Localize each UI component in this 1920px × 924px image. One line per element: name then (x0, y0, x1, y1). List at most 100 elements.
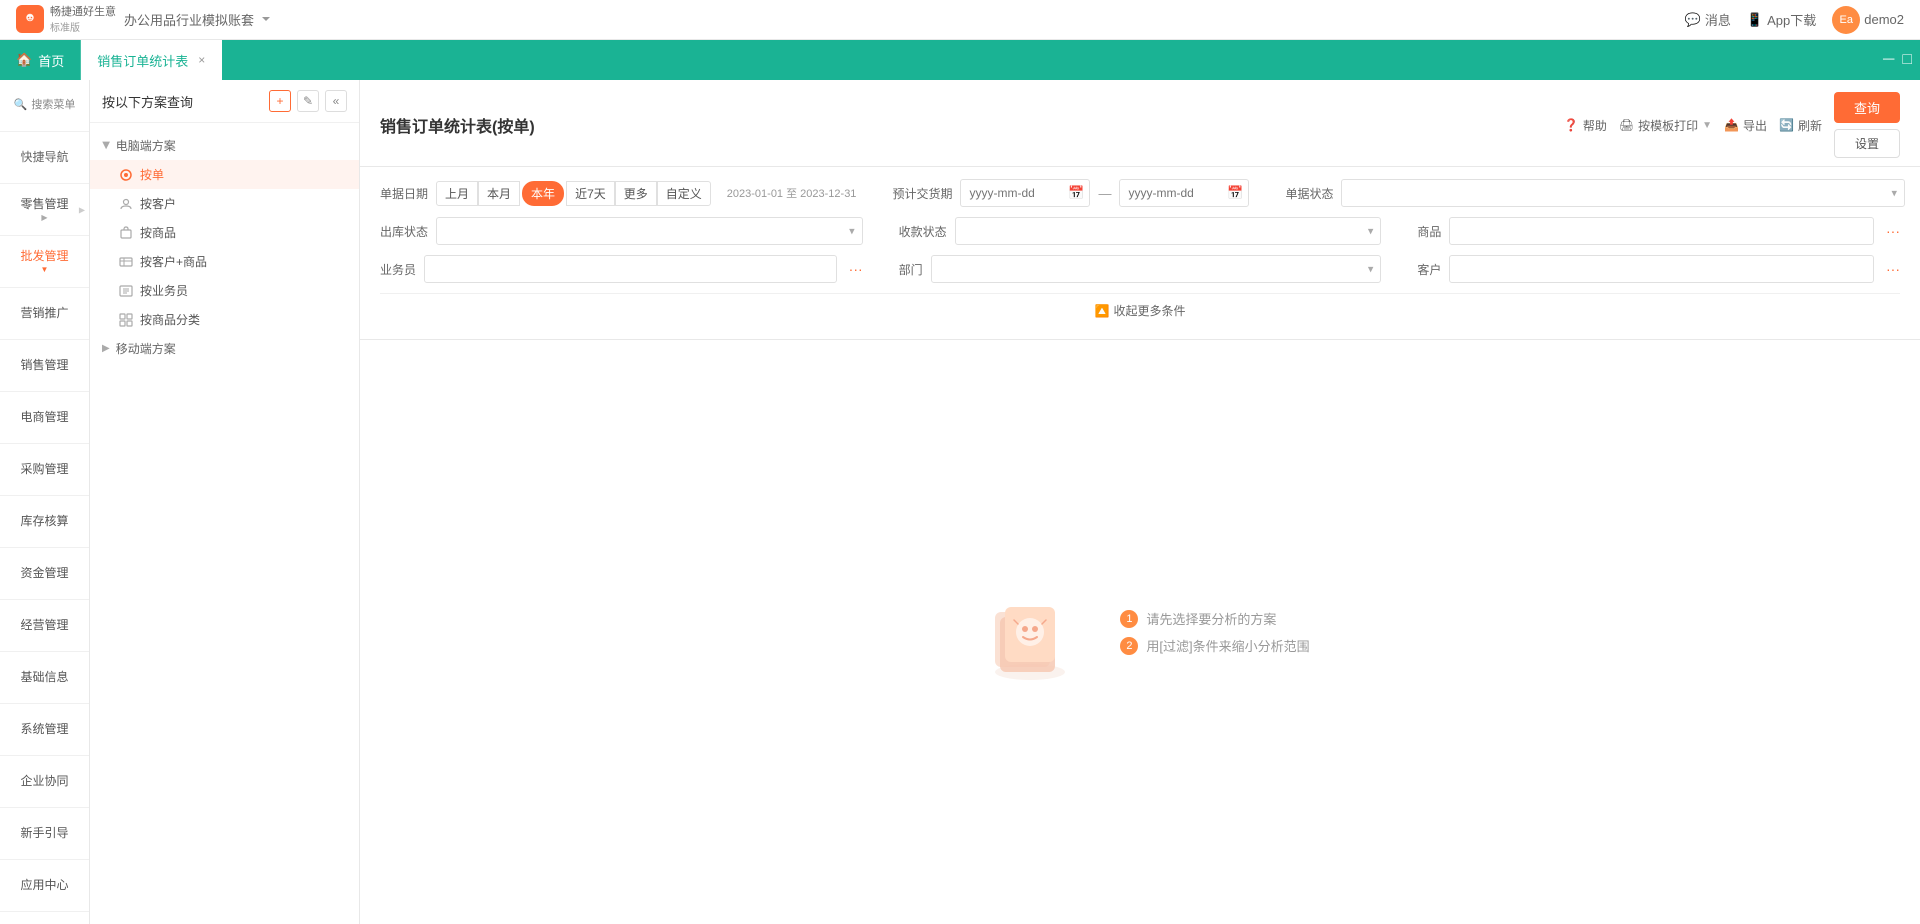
date-buttons: 上月 本月 本年 近7天 更多 自定义 (436, 181, 711, 206)
refresh-link[interactable]: 🔄 刷新 (1779, 117, 1822, 134)
tree-item-by-order[interactable]: 按单 (90, 160, 359, 189)
tree-category-desktop[interactable]: ▶ 电脑端方案 (90, 131, 359, 160)
sidebar-item-marketing[interactable]: 营销推广 (0, 288, 89, 340)
tree-item-by-goods[interactable]: 按商品 (90, 218, 359, 247)
sidebar: 🔍 搜索菜单 快捷导航 零售管理 ▶ 批发管理 ▼ 营销推广 销售管理 电商管理… (0, 80, 90, 924)
tab-home[interactable]: 🏠 首页 (0, 40, 81, 80)
salesman-label: 业务员 (380, 261, 416, 278)
content-area: 销售订单统计表(按单) ❓ 帮助 🖨 按模板打印 ▼ 📤 导出 🔄 刷新 (360, 80, 1920, 924)
sidebar-item-ecommerce[interactable]: 电商管理 (0, 392, 89, 444)
department-select[interactable] (931, 255, 1382, 283)
expected-date-label: 预计交货期 (892, 185, 952, 202)
home-icon: 🏠 (16, 52, 32, 68)
template-print-link[interactable]: 🖨 按模板打印 ▼ (1619, 117, 1712, 134)
user-action[interactable]: Ea demo2 (1832, 6, 1904, 34)
goods-more-icon[interactable]: ··· (1886, 223, 1900, 239)
tree-item-by-customer-goods[interactable]: 按客户+商品 (90, 247, 359, 276)
refresh-label: 刷新 (1798, 117, 1822, 134)
more-btn[interactable]: 更多 (615, 181, 657, 206)
sidebar-item-sales[interactable]: 销售管理 (0, 340, 89, 392)
breadcrumb-dropdown-icon[interactable] (258, 11, 274, 27)
sidebar-item-system[interactable]: 系统管理 (0, 704, 89, 756)
wholesale-label: 批发管理 (20, 248, 68, 265)
sidebar-item-purchase[interactable]: 采购管理 (0, 444, 89, 496)
by-goods-icon (118, 225, 134, 241)
customer-input[interactable] (1449, 255, 1874, 283)
status-select[interactable] (1341, 179, 1905, 207)
tree-item-by-goods-category[interactable]: 按商品分类 (90, 305, 359, 334)
empty-tips: 1 请先选择要分析的方案 2 用[过滤]条件来缩小分析范围 (1120, 609, 1309, 655)
username-label: demo2 (1864, 12, 1904, 27)
breadcrumb-text: 办公用品行业模拟账套 (124, 10, 254, 29)
main-layout: 🔍 搜索菜单 快捷导航 零售管理 ▶ 批发管理 ▼ 营销推广 销售管理 电商管理… (0, 80, 1920, 924)
sidebar-item-finance[interactable]: 资金管理 (0, 548, 89, 600)
collapse-panel-btn[interactable]: « (325, 90, 347, 112)
by-customer-icon (118, 196, 134, 212)
current-year-btn[interactable]: 本年 (522, 181, 564, 206)
sidebar-item-shortcut[interactable]: 快捷导航 (0, 132, 89, 184)
sidebar-item-inventory[interactable]: 库存核算 (0, 496, 89, 548)
shortcut-label: 快捷导航 (20, 149, 68, 166)
goods-input[interactable] (1449, 217, 1874, 245)
home-tab-label: 首页 (38, 51, 64, 70)
sales-label: 销售管理 (20, 357, 68, 374)
sidebar-item-appcenter[interactable]: 应用中心 (0, 860, 89, 912)
collapse-btn[interactable]: 🔼 收起更多条件 (380, 293, 1900, 327)
empty-content: 1 请先选择要分析的方案 2 用[过滤]条件来缩小分析范围 (970, 572, 1309, 692)
by-goods-label: 按商品 (140, 224, 176, 241)
sidebar-item-wechat[interactable]: 企业微信 (0, 912, 89, 924)
page-header: 销售订单统计表(按单) ❓ 帮助 🖨 按模板打印 ▼ 📤 导出 🔄 刷新 (360, 80, 1920, 167)
cal-end-icon: 📅 (1227, 185, 1243, 201)
sidebar-search-item[interactable]: 🔍 搜索菜单 (0, 80, 89, 132)
sidebar-item-operations[interactable]: 经营管理 (0, 600, 89, 652)
filter-goods: 商品 ··· (1417, 217, 1900, 245)
add-scheme-btn[interactable]: + (269, 90, 291, 112)
sidebar-item-wholesale[interactable]: 批发管理 ▼ (0, 236, 89, 288)
customer-more-icon[interactable]: ··· (1886, 261, 1900, 277)
logo-area: 畅捷通好生意 标准版 (16, 5, 116, 34)
7days-btn[interactable]: 近7天 (566, 181, 615, 206)
help-link[interactable]: ❓ 帮助 (1564, 117, 1607, 134)
custom-btn[interactable]: 自定义 (657, 181, 711, 206)
sidebar-item-basic[interactable]: 基础信息 (0, 652, 89, 704)
filter-receive-status: 收款状态 (899, 217, 1382, 245)
query-button[interactable]: 查询 (1834, 92, 1900, 123)
tab-active[interactable]: 销售订单统计表 × (81, 40, 222, 80)
maximize-btn[interactable]: □ (1902, 51, 1912, 69)
template-print-label: 按模板打印 (1638, 117, 1698, 134)
tree-category-desktop-label: 电脑端方案 (116, 137, 176, 154)
receive-status-select[interactable] (955, 217, 1382, 245)
sidebar-item-enterprise[interactable]: 企业协同 (0, 756, 89, 808)
expected-date-inputs: 📅 — 📅 (960, 179, 1249, 207)
breadcrumb: 办公用品行业模拟账套 (124, 10, 274, 29)
export-link[interactable]: 📤 导出 (1724, 117, 1767, 134)
minimize-btn[interactable]: ─ (1883, 51, 1894, 69)
salesman-more-icon[interactable]: ··· (849, 261, 863, 277)
finance-label: 资金管理 (20, 565, 68, 582)
operations-label: 经营管理 (20, 617, 68, 634)
tree-item-by-customer[interactable]: 按客户 (90, 189, 359, 218)
tip-2-text: 用[过滤]条件来缩小分析范围 (1146, 636, 1309, 655)
tree-arrow-icon: ▶ (100, 142, 111, 150)
prev-month-btn[interactable]: 上月 (436, 181, 478, 206)
date-range-text: 2023-01-01 至 2023-12-31 (727, 185, 857, 201)
by-customer-goods-label: 按客户+商品 (140, 253, 207, 270)
message-action[interactable]: 💬 消息 (1685, 10, 1731, 29)
out-status-label: 出库状态 (380, 223, 428, 240)
tree-category-mobile[interactable]: ▶ 移动端方案 (90, 334, 359, 363)
status-label: 单据状态 (1285, 185, 1333, 202)
app-download-action[interactable]: 📱 App下载 (1747, 10, 1816, 29)
department-label: 部门 (899, 261, 923, 278)
message-icon: 💬 (1685, 12, 1701, 28)
current-month-btn[interactable]: 本月 (478, 181, 520, 206)
empty-illustration (970, 572, 1090, 692)
sidebar-item-retail[interactable]: 零售管理 ▶ (0, 184, 89, 236)
filter-customer: 客户 ··· (1417, 255, 1900, 283)
sidebar-item-guide[interactable]: 新手引导 (0, 808, 89, 860)
tab-close-icon[interactable]: × (198, 53, 205, 67)
settings-button[interactable]: 设置 (1834, 129, 1900, 158)
tree-item-by-salesman[interactable]: 按业务员 (90, 276, 359, 305)
edit-scheme-btn[interactable]: ✎ (297, 90, 319, 112)
out-status-select[interactable] (436, 217, 863, 245)
salesman-input[interactable] (424, 255, 837, 283)
